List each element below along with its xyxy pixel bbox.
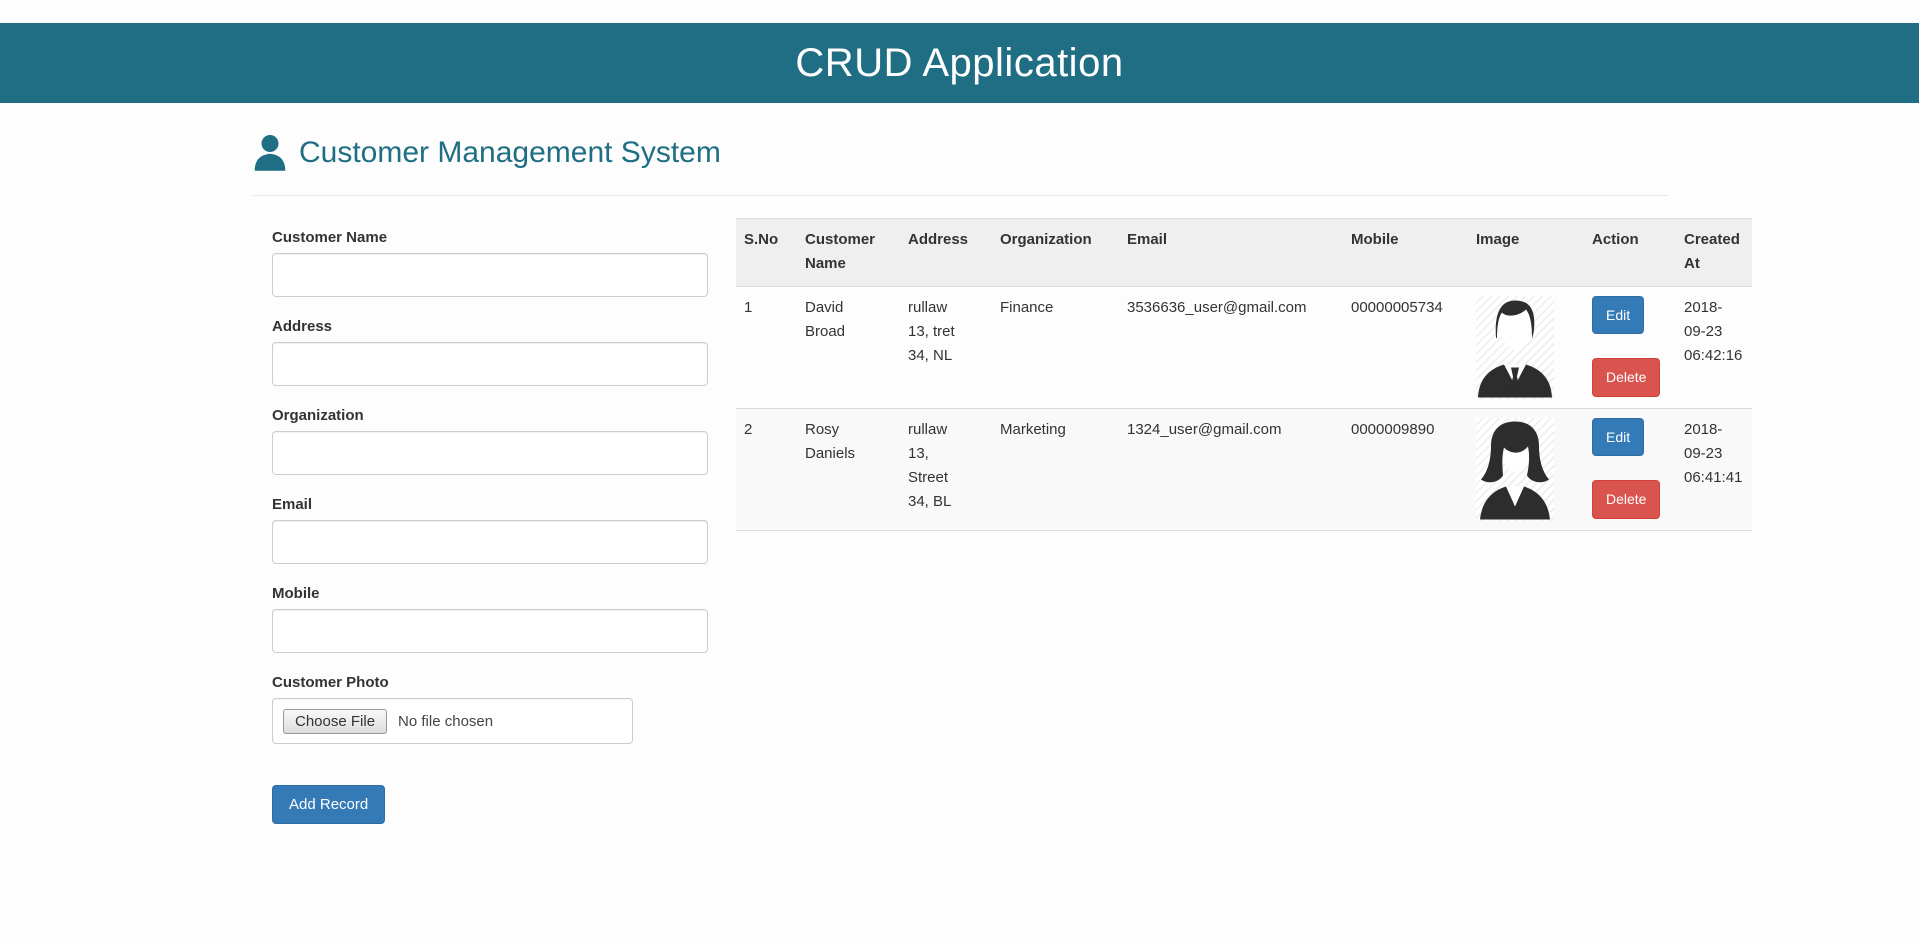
cell-image bbox=[1468, 286, 1584, 408]
header-sno: S.No bbox=[736, 219, 797, 287]
title-divider bbox=[253, 195, 1668, 196]
customer-name-label: Customer Name bbox=[272, 229, 708, 246]
delete-button[interactable]: Delete bbox=[1592, 358, 1660, 397]
customer-table-wrapper: S.No Customer Name Address Organization … bbox=[736, 218, 1752, 531]
page-title-row: Customer Management System bbox=[253, 133, 1766, 171]
cell-sno: 2 bbox=[736, 408, 797, 530]
form-group-address: Address bbox=[272, 318, 708, 386]
app-banner: CRUD Application bbox=[0, 23, 1919, 103]
edit-button[interactable]: Edit bbox=[1592, 418, 1644, 457]
table-header-row: S.No Customer Name Address Organization … bbox=[736, 219, 1752, 287]
file-chosen-status: No file chosen bbox=[398, 713, 493, 730]
cell-created-at: 2018-09-23 06:42:16 bbox=[1676, 286, 1752, 408]
header-image: Image bbox=[1468, 219, 1584, 287]
cell-created-at: 2018-09-23 06:41:41 bbox=[1676, 408, 1752, 530]
mobile-input[interactable] bbox=[272, 609, 708, 653]
form-group-email: Email bbox=[272, 496, 708, 564]
user-icon bbox=[253, 133, 287, 171]
file-input[interactable]: Choose File No file chosen bbox=[272, 698, 633, 744]
form-group-customer-name: Customer Name bbox=[272, 229, 708, 297]
page-title: Customer Management System bbox=[299, 135, 721, 171]
add-record-button[interactable]: Add Record bbox=[272, 785, 385, 824]
man-avatar-icon bbox=[1476, 296, 1554, 399]
form-group-organization: Organization bbox=[272, 407, 708, 475]
customer-name-input[interactable] bbox=[272, 253, 708, 297]
cell-organization: Finance bbox=[992, 286, 1119, 408]
cell-image bbox=[1468, 408, 1584, 530]
cell-email: 3536636_user@gmail.com bbox=[1119, 286, 1343, 408]
cell-action: Edit Delete bbox=[1584, 408, 1676, 530]
mobile-label: Mobile bbox=[272, 585, 708, 602]
cell-customer-name: Rosy Daniels bbox=[797, 408, 900, 530]
table-row: 1 David Broad rullaw 13, tret 34, NL Fin… bbox=[736, 286, 1752, 408]
main-content: Customer Management System Customer Name… bbox=[253, 133, 1766, 824]
address-label: Address bbox=[272, 318, 708, 335]
email-field[interactable] bbox=[272, 520, 708, 564]
form-group-customer-photo: Customer Photo Choose File No file chose… bbox=[272, 674, 708, 744]
organization-label: Organization bbox=[272, 407, 708, 424]
form-group-mobile: Mobile bbox=[272, 585, 708, 653]
edit-button[interactable]: Edit bbox=[1592, 296, 1644, 335]
app-title: CRUD Application bbox=[795, 41, 1123, 86]
cell-customer-name: David Broad bbox=[797, 286, 900, 408]
woman-avatar-icon bbox=[1476, 418, 1554, 521]
cell-mobile: 0000009890 bbox=[1343, 408, 1468, 530]
cell-address: rullaw 13, tret 34, NL bbox=[900, 286, 992, 408]
choose-file-button[interactable]: Choose File bbox=[283, 709, 387, 734]
header-customer-name: Customer Name bbox=[797, 219, 900, 287]
organization-input[interactable] bbox=[272, 431, 708, 475]
cell-action: Edit Delete bbox=[1584, 286, 1676, 408]
header-action: Action bbox=[1584, 219, 1676, 287]
header-address: Address bbox=[900, 219, 992, 287]
cell-address: rullaw 13, Street 34, BL bbox=[900, 408, 992, 530]
cell-email: 1324_user@gmail.com bbox=[1119, 408, 1343, 530]
address-input[interactable] bbox=[272, 342, 708, 386]
table-row: 2 Rosy Daniels rullaw 13, Street 34, BL … bbox=[736, 408, 1752, 530]
email-label: Email bbox=[272, 496, 708, 513]
customer-photo-label: Customer Photo bbox=[272, 674, 708, 691]
cell-sno: 1 bbox=[736, 286, 797, 408]
header-created-at: Created At bbox=[1676, 219, 1752, 287]
delete-button[interactable]: Delete bbox=[1592, 480, 1660, 519]
header-organization: Organization bbox=[992, 219, 1119, 287]
cell-organization: Marketing bbox=[992, 408, 1119, 530]
header-email: Email bbox=[1119, 219, 1343, 287]
header-mobile: Mobile bbox=[1343, 219, 1468, 287]
cell-mobile: 00000005734 bbox=[1343, 286, 1468, 408]
customer-table: S.No Customer Name Address Organization … bbox=[736, 218, 1752, 531]
customer-form: Customer Name Address Organization Email… bbox=[253, 218, 708, 824]
